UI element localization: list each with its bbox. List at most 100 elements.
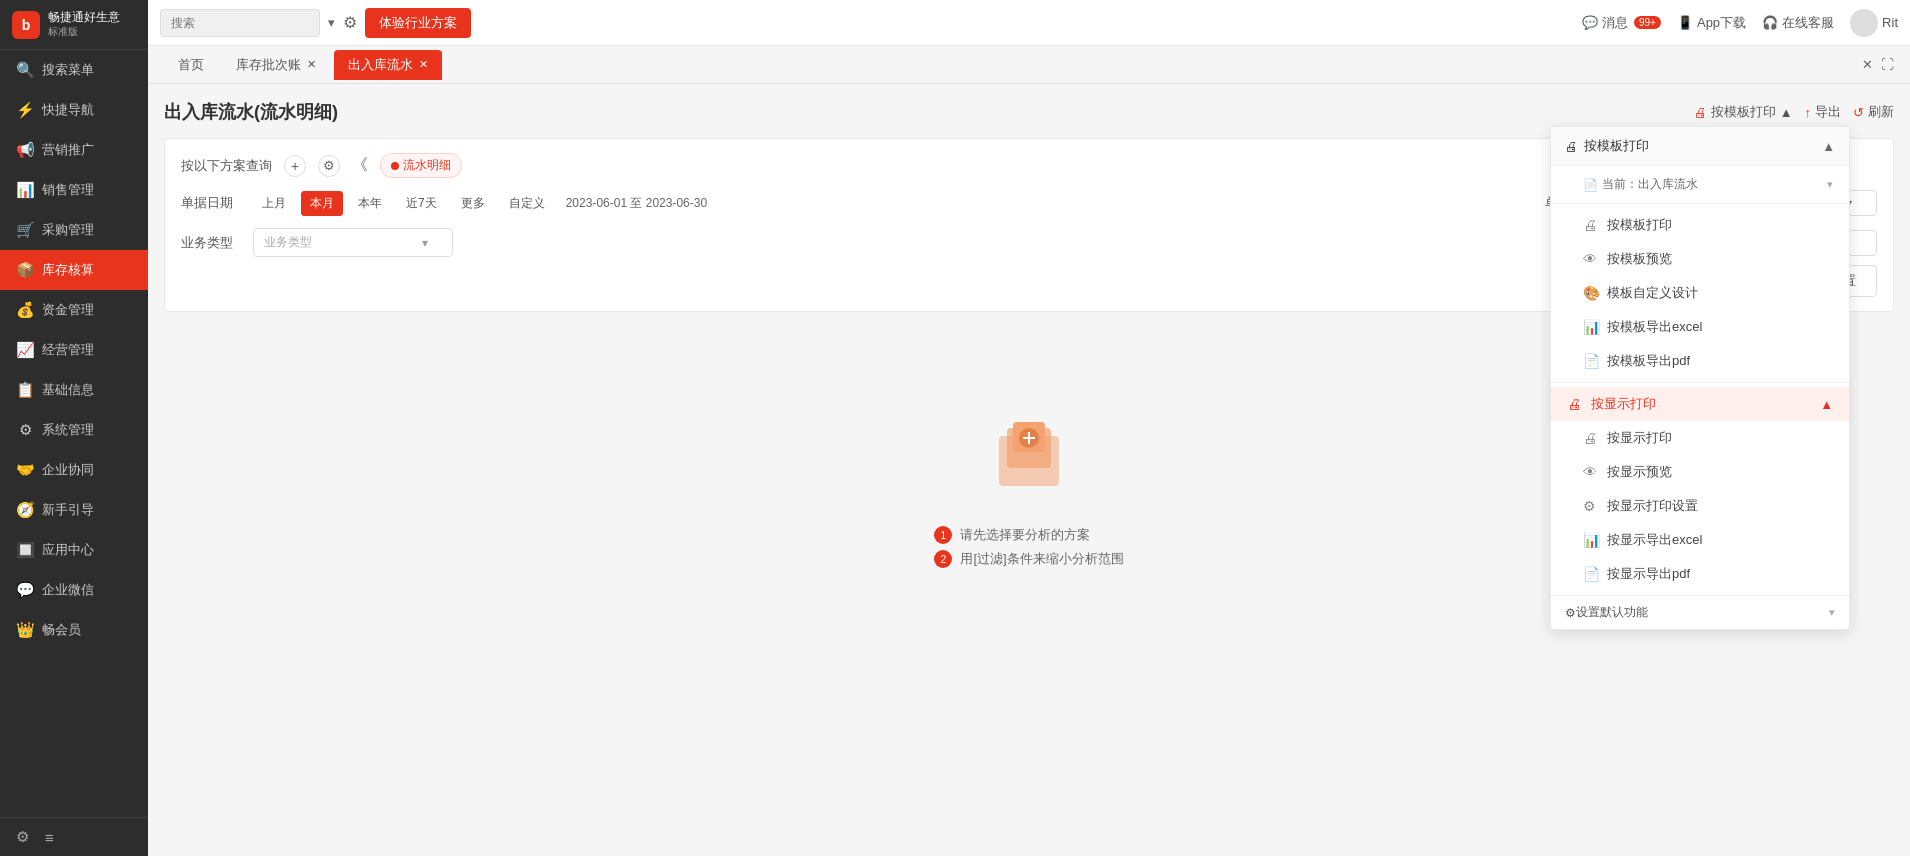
template-print-label: 按模板打印 (1607, 216, 1672, 234)
tab-flow-close[interactable]: ✕ (419, 58, 428, 71)
tab-batch-label: 库存批次账 (236, 56, 301, 74)
sidebar-item-purchase[interactable]: 🛒 采购管理 (0, 210, 148, 250)
sidebar-item-vip[interactable]: 👑 畅会员 (0, 610, 148, 650)
template-export-excel-item[interactable]: 📊 按模板导出excel (1551, 310, 1849, 344)
print-current-item[interactable]: 📄 当前：出入库流水 ▾ (1551, 170, 1849, 199)
tab-home[interactable]: 首页 (164, 50, 218, 80)
tabbar: 首页 库存批次账 ✕ 出入库流水 ✕ ✕ ⛶ (148, 46, 1910, 84)
refresh-button[interactable]: ↺ 刷新 (1853, 103, 1894, 121)
display-export-excel-item[interactable]: 📊 按显示导出excel (1551, 523, 1849, 557)
sidebar-item-wechat[interactable]: 💬 企业微信 (0, 570, 148, 610)
export-button[interactable]: ↑ 导出 (1805, 103, 1842, 121)
sidebar-item-label: 销售管理 (42, 181, 94, 199)
online-service-item[interactable]: 🎧 在线客服 (1762, 14, 1834, 32)
display-section-label: 按显示打印 (1591, 395, 1656, 413)
sidebar-item-basic[interactable]: 📋 基础信息 (0, 370, 148, 410)
display-preview-item[interactable]: 👁 按显示预览 (1551, 455, 1849, 489)
current-label: 当前：出入库流水 (1602, 176, 1698, 193)
sidebar-item-label: 基础信息 (42, 381, 94, 399)
avatar (1850, 9, 1878, 37)
current-chevron: ▾ (1827, 178, 1833, 191)
sidebar-item-apps[interactable]: 🔲 应用中心 (0, 530, 148, 570)
search-dropdown-icon[interactable]: ▾ (328, 15, 335, 30)
display-export-pdf-item[interactable]: 📄 按显示导出pdf (1551, 557, 1849, 591)
empty-step-2-text: 用[过滤]条件来缩小分析范围 (960, 550, 1123, 568)
sidebar-item-shortcut[interactable]: ⚡ 快捷导航 (0, 90, 148, 130)
template-export-pdf-item[interactable]: 📄 按模板导出pdf (1551, 344, 1849, 378)
topbar-search-input[interactable] (160, 9, 320, 37)
set-default-icon: ⚙ (1565, 606, 1576, 620)
print-dropdown-title-text: 按模板打印 (1584, 137, 1649, 155)
template-customize-icon: 🎨 (1583, 285, 1599, 301)
tab-batch[interactable]: 库存批次账 ✕ (222, 50, 330, 80)
print-current-section: 📄 当前：出入库流水 ▾ (1551, 166, 1849, 204)
page-actions: 🖨 按模板打印 ▲ ↑ 导出 ↺ 刷新 (1694, 103, 1894, 121)
sidebar-item-sales[interactable]: 📊 销售管理 (0, 170, 148, 210)
print-dropdown-up-icon[interactable]: ▲ (1822, 139, 1835, 154)
search-icon: 🔍 (16, 61, 34, 79)
sidebar-nav: 🔍 搜索菜单 ⚡ 快捷导航 📢 营销推广 📊 销售管理 🛒 采购管理 📦 库存核… (0, 50, 148, 817)
sidebar-item-finance[interactable]: 💰 资金管理 (0, 290, 148, 330)
template-excel-icon: 📊 (1583, 319, 1599, 335)
display-section-header[interactable]: 🖨 按显示打印 ▲ (1551, 387, 1849, 421)
template-customize-item[interactable]: 🎨 模板自定义设计 (1551, 276, 1849, 310)
date-tab-more[interactable]: 更多 (452, 191, 494, 216)
business-type-chevron: ▾ (422, 236, 428, 250)
printer-icon: 🖨 (1694, 105, 1707, 120)
user-avatar-item[interactable]: Rit (1850, 9, 1898, 37)
window-close-icon[interactable]: ✕ (1862, 57, 1873, 72)
message-badge: 99+ (1634, 16, 1661, 29)
template-print-item[interactable]: 🖨 按模板打印 (1551, 208, 1849, 242)
sidebar-item-system[interactable]: ⚙ 系统管理 (0, 410, 148, 450)
page-title: 出入库流水(流水明细) (164, 100, 338, 124)
tab-batch-close[interactable]: ✕ (307, 58, 316, 71)
guide-icon: 🧭 (16, 501, 34, 519)
empty-step-1: 1 请先选择要分析的方案 (934, 526, 1123, 544)
main-area: ▾ ⚙ 体验行业方案 💬 消息 99+ 📱 App下载 🎧 在线客服 Rit (148, 0, 1910, 856)
display-settings-icon: ⚙ (1583, 498, 1599, 514)
sidebar-item-inventory[interactable]: 📦 库存核算 (0, 250, 148, 290)
system-icon: ⚙ (16, 421, 34, 439)
date-tab-this-year[interactable]: 本年 (349, 191, 391, 216)
settings-footer-icon[interactable]: ⚙ (16, 828, 29, 846)
set-default-item[interactable]: ⚙ 设置默认功能 ▾ (1551, 596, 1849, 629)
tab-flow-label: 出入库流水 (348, 56, 413, 74)
filter-tag-flow[interactable]: 流水明细 (380, 153, 462, 178)
sidebar-item-label: 系统管理 (42, 421, 94, 439)
app-download-item[interactable]: 📱 App下载 (1677, 14, 1746, 32)
wechat-icon: 💬 (16, 581, 34, 599)
sidebar: b 畅捷通好生意 标准版 🔍 搜索菜单 ⚡ 快捷导航 📢 营销推广 📊 销售管理… (0, 0, 148, 856)
sidebar-item-marketing[interactable]: 📢 营销推广 (0, 130, 148, 170)
search-label: 按以下方案查询 (181, 157, 272, 175)
user-name: Rit (1882, 15, 1898, 30)
window-expand-icon[interactable]: ⛶ (1881, 57, 1894, 72)
date-range-label: 2023-06-01 至 2023-06-30 (566, 195, 707, 212)
filter-collapse-button[interactable]: 《 (352, 155, 368, 176)
print-template-button[interactable]: 🖨 按模板打印 ▲ (1694, 103, 1793, 121)
date-tab-custom[interactable]: 自定义 (500, 191, 554, 216)
filter-settings-button[interactable]: ⚙ (318, 155, 340, 177)
sidebar-item-guide[interactable]: 🧭 新手引导 (0, 490, 148, 530)
sidebar-item-corp[interactable]: 🤝 企业协同 (0, 450, 148, 490)
sidebar-item-operations[interactable]: 📈 经营管理 (0, 330, 148, 370)
tab-flow[interactable]: 出入库流水 ✕ (334, 50, 442, 80)
display-print-icon: 🖨 (1583, 430, 1599, 446)
message-item[interactable]: 💬 消息 99+ (1582, 14, 1661, 32)
display-settings-item[interactable]: ⚙ 按显示打印设置 (1551, 489, 1849, 523)
date-tab-last-month[interactable]: 上月 (253, 191, 295, 216)
menu-footer-icon[interactable]: ≡ (45, 829, 54, 846)
topbar-settings-icon[interactable]: ⚙ (343, 13, 357, 32)
step-num-2: 2 (934, 550, 952, 568)
template-preview-item[interactable]: 👁 按模板预览 (1551, 242, 1849, 276)
display-print-item[interactable]: 🖨 按显示打印 (1551, 421, 1849, 455)
app-logo: b 畅捷通好生意 标准版 (0, 0, 148, 50)
date-tab-7days[interactable]: 近7天 (397, 191, 446, 216)
sidebar-item-search[interactable]: 🔍 搜索菜单 (0, 50, 148, 90)
date-tab-this-month[interactable]: 本月 (301, 191, 343, 216)
current-icon: 📄 (1583, 178, 1598, 192)
trial-button[interactable]: 体验行业方案 (365, 8, 471, 38)
add-filter-button[interactable]: + (284, 155, 306, 177)
template-preview-label: 按模板预览 (1607, 250, 1672, 268)
display-print-label: 按显示打印 (1607, 429, 1672, 447)
business-type-select[interactable]: 业务类型 ▾ (253, 228, 453, 257)
